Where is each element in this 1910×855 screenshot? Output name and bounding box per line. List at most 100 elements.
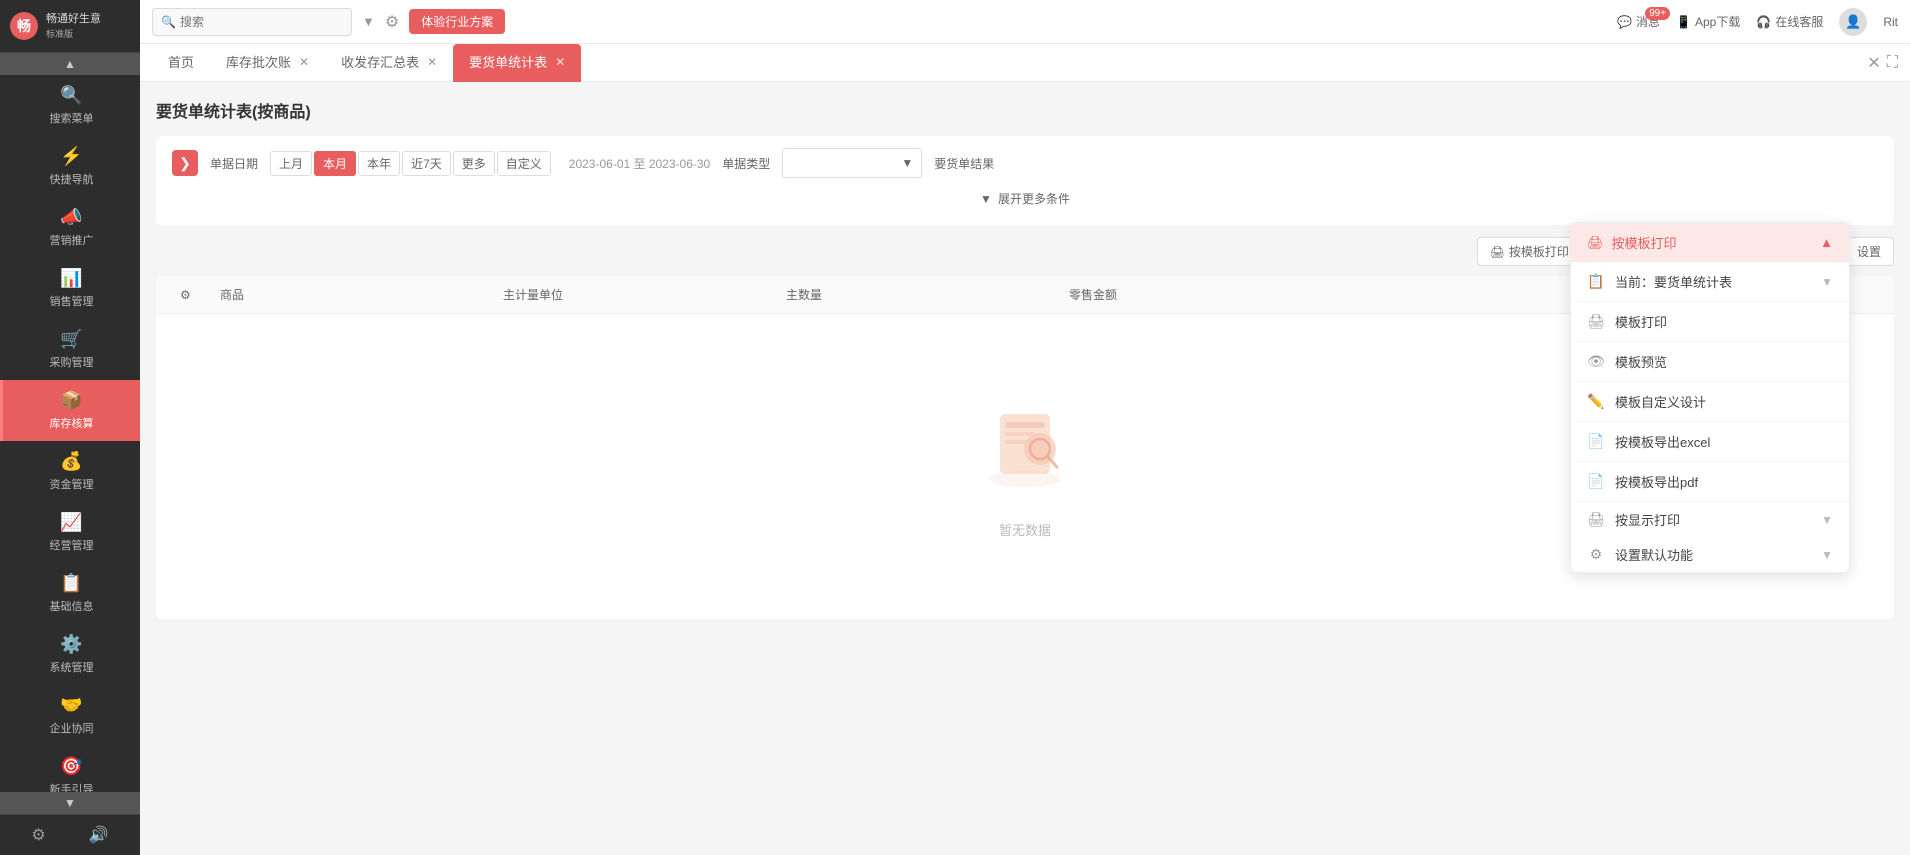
online-service-label: 在线客服 <box>1775 13 1823 30</box>
date-btn-more[interactable]: 更多 <box>453 151 495 176</box>
filter-collapse-button[interactable]: ❯ <box>172 150 198 176</box>
operation-label: 经营管理 <box>50 537 94 553</box>
finance-label: 资金管理 <box>50 476 94 492</box>
template_preview-icon: 👁 <box>1587 353 1605 370</box>
trial-button[interactable]: 体验行业方案 <box>409 9 505 34</box>
table-col-unit: 主计量单位 <box>495 286 778 303</box>
print-header-icon: 🖨 <box>1587 235 1604 251</box>
date-label: 单据日期 <box>210 155 258 172</box>
tab-order_stats[interactable]: 要货单统计表 ✕ <box>453 44 581 82</box>
app-name: 畅通好生意 <box>46 12 101 27</box>
basic-label: 基础信息 <box>50 598 94 614</box>
type-select-arrow: ▼ <box>901 156 913 170</box>
table-col-settings[interactable]: ⚙ <box>172 288 212 302</box>
dropdown-item-template_print[interactable]: 🖨模板打印 <box>1571 302 1849 342</box>
main-area: 🔍 ▼ ⚙ 体验行业方案 💬 消息 99+ 📱 App下载 🎧 在线客服 👤 R… <box>140 0 1910 855</box>
search-label: 搜索菜单 <box>50 110 94 126</box>
message-button[interactable]: 💬 消息 99+ <box>1617 13 1660 30</box>
dropdown-item-template_design[interactable]: ✏️模板自定义设计 <box>1571 382 1849 422</box>
search-box[interactable]: 🔍 <box>152 8 352 36</box>
sidebar-bottom: ⚙ 🔊 <box>0 814 140 855</box>
page-title: 要货单统计表(按商品) <box>156 98 1894 122</box>
dropdown-item-template_preview[interactable]: 👁模板预览 <box>1571 342 1849 382</box>
sidebar-item-purchase[interactable]: 🛒采购管理 <box>0 319 140 380</box>
sidebar-scroll-down[interactable]: ▼ <box>0 792 140 814</box>
tab-inventory_batch-label: 库存批次账 <box>226 52 291 71</box>
app-badge: 标准版 <box>46 27 101 40</box>
table-col-product: 商品 <box>212 286 495 303</box>
online-service-button[interactable]: 🎧 在线客服 <box>1756 13 1823 30</box>
tab-close-all-button[interactable]: ✕ <box>1867 53 1880 73</box>
app-logo-icon: 畅 <box>10 12 38 40</box>
set-default-label: 设置默认功能 <box>1615 545 1693 564</box>
dropdown-item-template_excel[interactable]: 📄按模板导出excel <box>1571 422 1849 462</box>
display-print-label: 按显示打印 <box>1615 510 1680 529</box>
sidebar-item-guide[interactable]: 🎯新手引导 <box>0 746 140 792</box>
type-select[interactable]: ▼ <box>782 148 922 178</box>
dropdown-header-label: 按模板打印 <box>1612 233 1677 252</box>
system-icon: ⚙️ <box>60 634 82 655</box>
tab-receipt_summary-label: 收发存汇总表 <box>341 52 419 71</box>
sidebar-item-search[interactable]: 🔍搜索菜单 <box>0 75 140 136</box>
dropdown-item-template_pdf[interactable]: 📄按模板导出pdf <box>1571 462 1849 502</box>
inventory-label: 库存核算 <box>50 415 94 431</box>
sidebar-item-sales[interactable]: 📊销售管理 <box>0 258 140 319</box>
tab-maximize-button[interactable]: ⛶ <box>1887 53 1898 73</box>
tab-inventory_batch-close[interactable]: ✕ <box>299 55 309 69</box>
display-print-icon: 🖨 <box>1587 511 1605 528</box>
sidebar-item-operation[interactable]: 📈经营管理 <box>0 502 140 563</box>
printer-icon: 🖨 <box>1490 245 1505 259</box>
dropdown-group-display-left: 🖨 按显示打印 <box>1587 510 1680 529</box>
sidebar-item-system[interactable]: ⚙️系统管理 <box>0 624 140 685</box>
app-name-block: 畅通好生意 标准版 <box>46 12 101 40</box>
dropdown-collapse-button[interactable]: ▲ <box>1820 235 1833 250</box>
dropdown-current-item[interactable]: 📋 当前：要货单统计表 ▼ <box>1571 262 1849 302</box>
empty-text: 暂无数据 <box>999 520 1051 539</box>
sidebar-item-finance[interactable]: 💰 资金管理 <box>0 441 140 502</box>
sidebar-item-inventory[interactable]: 📦库存核算 <box>0 380 140 441</box>
settings-button[interactable]: 设置 <box>1844 237 1894 266</box>
collab-label: 企业协同 <box>50 720 94 736</box>
dropdown-header-right: ▲ <box>1820 235 1833 250</box>
dropdown-group-display[interactable]: 🖨 按显示打印 ▼ <box>1571 502 1849 537</box>
expand-more-button[interactable]: ▼ 展开更多条件 <box>172 184 1878 213</box>
dropdown-group-default[interactable]: ⚙ 设置默认功能 ▼ <box>1571 537 1849 572</box>
basic-icon: 📋 <box>60 573 82 594</box>
topbar-gear-icon[interactable]: ⚙ <box>385 12 399 32</box>
print-dropdown-menu: 🖨 按模板打印 ▲ 📋 当前：要货单统计表 ▼ 🖨模板打印👁模板预览✏️模板自定… <box>1570 222 1850 573</box>
finance-icon: 💰 <box>60 451 82 472</box>
app-download-label: App下载 <box>1695 13 1740 30</box>
collab-icon: 🤝 <box>60 695 82 716</box>
tab-order_stats-label: 要货单统计表 <box>469 52 547 71</box>
app-download-button[interactable]: 📱 App下载 <box>1676 13 1740 30</box>
settings-icon[interactable]: ⚙ <box>31 825 45 845</box>
yaohuodanjieguo-label: 要货单结果 <box>934 155 994 172</box>
date-btn-current_month[interactable]: 本月 <box>314 151 356 176</box>
search-input[interactable] <box>180 15 343 29</box>
sidebar-item-quicknav[interactable]: ⚡快捷导航 <box>0 136 140 197</box>
print-template-label: 按模板打印 <box>1509 243 1569 260</box>
sidebar-item-marketing[interactable]: 📣营销推广 <box>0 197 140 258</box>
expand-more-label: 展开更多条件 <box>998 190 1070 207</box>
display-print-arrow: ▼ <box>1821 513 1833 527</box>
guide-icon: 🎯 <box>60 756 82 777</box>
speaker-icon[interactable]: 🔊 <box>89 825 109 845</box>
date-btn-prev_month[interactable]: 上月 <box>270 151 312 176</box>
sidebar-item-collab[interactable]: 🤝 企业协同 <box>0 685 140 746</box>
topbar-right: 💬 消息 99+ 📱 App下载 🎧 在线客服 👤 Rit <box>1617 8 1898 36</box>
sidebar-scroll-up[interactable]: ▲ <box>0 53 140 75</box>
sidebar-item-basic[interactable]: 📋 基础信息 <box>0 563 140 624</box>
date-btn-current_year[interactable]: 本年 <box>358 151 400 176</box>
tab-bar: 首页库存批次账 ✕ 收发存汇总表 ✕ 要货单统计表 ✕ ✕ ⛶ <box>140 44 1910 82</box>
avatar[interactable]: 👤 <box>1839 8 1867 36</box>
tab-home[interactable]: 首页 <box>152 44 210 82</box>
current-arrow: ▼ <box>1821 275 1833 289</box>
tab-order_stats-close[interactable]: ✕ <box>555 55 565 69</box>
tab-receipt_summary-close[interactable]: ✕ <box>427 55 437 69</box>
app-download-icon: 📱 <box>1676 15 1691 29</box>
date-btn-custom[interactable]: 自定义 <box>497 151 551 176</box>
tab-receipt_summary[interactable]: 收发存汇总表 ✕ <box>325 44 453 82</box>
date-btn-last7[interactable]: 近7天 <box>402 151 451 176</box>
topbar-dropdown-arrow[interactable]: ▼ <box>362 14 375 29</box>
tab-inventory_batch[interactable]: 库存批次账 ✕ <box>210 44 325 82</box>
